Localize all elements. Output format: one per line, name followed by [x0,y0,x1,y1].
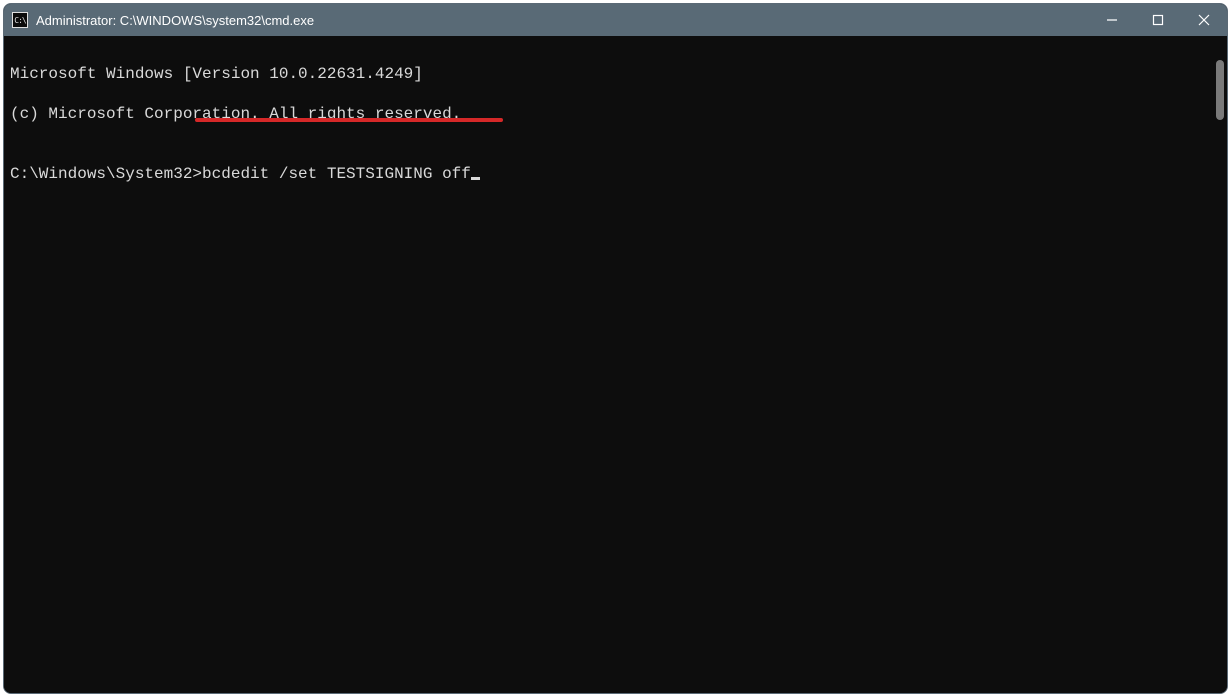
scrollbar-thumb[interactable] [1216,60,1224,120]
close-icon [1198,14,1210,26]
terminal-command: bcdedit /set TESTSIGNING off [202,165,471,183]
scrollbar-track[interactable] [1211,36,1227,693]
terminal-line: Microsoft Windows [Version 10.0.22631.42… [10,64,1221,84]
terminal-prompt: C:\Windows\System32> [10,165,202,183]
cmd-icon: C:\ [12,12,28,28]
terminal-line: (c) Microsoft Corporation. All rights re… [10,104,1221,124]
minimize-icon [1106,14,1118,26]
underline-annotation [195,118,503,122]
window-controls [1089,4,1227,36]
maximize-button[interactable] [1135,4,1181,36]
cmd-icon-glyph: C:\ [14,16,25,25]
cmd-window: C:\ Administrator: C:\WINDOWS\system32\c… [3,3,1228,694]
minimize-button[interactable] [1089,4,1135,36]
maximize-icon [1152,14,1164,26]
close-button[interactable] [1181,4,1227,36]
cursor-icon [471,177,480,180]
terminal-prompt-line: C:\Windows\System32>bcdedit /set TESTSIG… [10,164,1221,184]
window-title: Administrator: C:\WINDOWS\system32\cmd.e… [36,13,1089,28]
titlebar[interactable]: C:\ Administrator: C:\WINDOWS\system32\c… [4,4,1227,36]
terminal-output[interactable]: Microsoft Windows [Version 10.0.22631.42… [4,36,1227,693]
